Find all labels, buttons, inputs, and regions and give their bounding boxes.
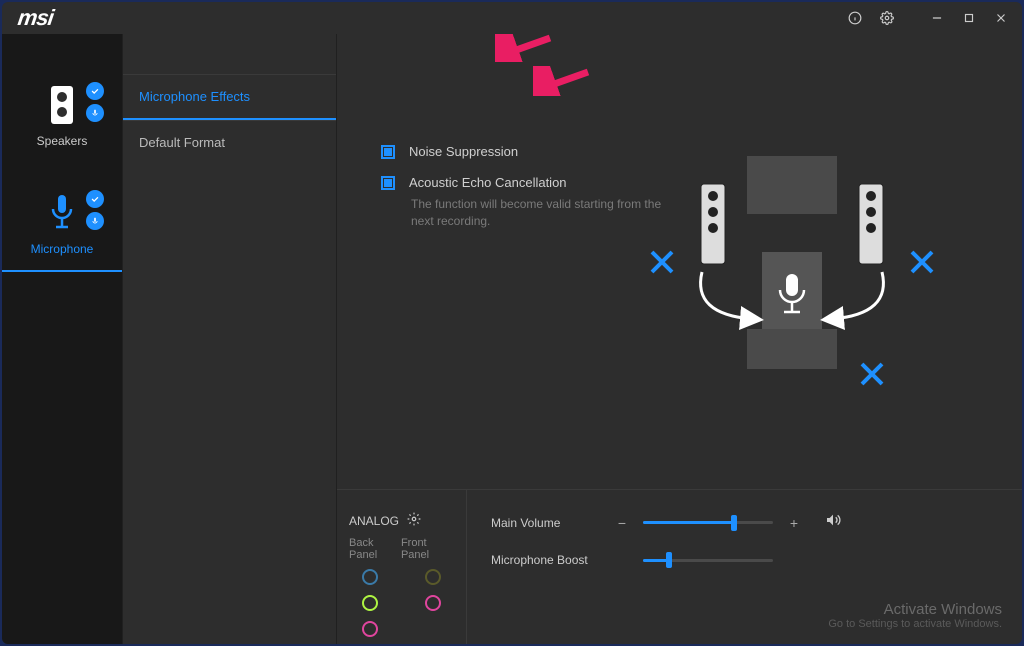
tab-sidebar: Microphone Effects Default Format	[122, 34, 337, 644]
check-badge-icon	[86, 82, 104, 100]
tab-default-format[interactable]: Default Format	[123, 121, 336, 165]
jack-pink-front[interactable]	[425, 595, 441, 611]
titlebar-controls	[840, 3, 1016, 33]
jack-pink-back[interactable]	[362, 621, 378, 637]
device-label: Microphone	[31, 242, 94, 256]
main-volume-row: Main Volume − +	[491, 512, 998, 533]
front-panel-label: Front Panel	[401, 537, 454, 561]
bottom-panel: ANALOG Back Panel Front Panel	[337, 489, 1022, 644]
annotation-arrow-icon	[533, 66, 593, 96]
noise-suppression-label: Noise Suppression	[409, 144, 518, 159]
jack-olive[interactable]	[425, 569, 441, 585]
noise-suppression-checkbox[interactable]	[381, 145, 395, 159]
jack-lime[interactable]	[362, 595, 378, 611]
sliders-section: Main Volume − + Microphone Boost	[467, 490, 1022, 644]
minimize-button[interactable]	[922, 3, 952, 33]
jack-grid	[349, 569, 454, 637]
content-pane: Noise Suppression Acoustic Echo Cancella…	[337, 34, 1022, 644]
echo-cancellation-checkbox[interactable]	[381, 176, 395, 190]
close-button[interactable]	[986, 3, 1016, 33]
device-microphone[interactable]: Microphone	[2, 182, 122, 272]
device-badge-icon	[86, 104, 104, 122]
main-volume-label: Main Volume	[491, 516, 601, 530]
speaker-icon	[46, 84, 78, 126]
gear-icon[interactable]	[407, 512, 421, 529]
annotation-arrow-icon	[495, 34, 555, 62]
activate-windows-watermark: Activate Windows Go to Settings to activ…	[828, 601, 1002, 630]
jack-blue[interactable]	[362, 569, 378, 585]
device-sidebar: Speakers Microphone	[2, 34, 122, 644]
mic-boost-label: Microphone Boost	[491, 553, 601, 567]
volume-increase-button[interactable]: +	[787, 515, 801, 531]
effects-area: Noise Suppression Acoustic Echo Cancella…	[337, 34, 1022, 489]
echo-illustration	[632, 144, 952, 394]
analog-section: ANALOG Back Panel Front Panel	[337, 490, 467, 644]
main-volume-slider[interactable]	[643, 521, 773, 524]
titlebar: msi	[2, 2, 1022, 34]
device-speakers[interactable]: Speakers	[2, 74, 122, 162]
microphone-icon	[46, 192, 78, 234]
brand-logo: msi	[16, 5, 55, 31]
maximize-button[interactable]	[954, 3, 984, 33]
analog-title: ANALOG	[349, 512, 454, 529]
app-window: msi	[2, 2, 1022, 644]
mic-boost-row: Microphone Boost	[491, 553, 998, 567]
info-icon[interactable]	[840, 3, 870, 33]
gear-icon[interactable]	[872, 3, 902, 33]
back-panel-label: Back Panel	[349, 537, 401, 561]
mic-boost-slider[interactable]	[643, 559, 773, 562]
main-area: Speakers Microphone Microphone Effects D…	[2, 34, 1022, 644]
device-label: Speakers	[37, 134, 88, 148]
tab-mic-effects[interactable]: Microphone Effects	[123, 74, 336, 120]
device-badge-icon	[86, 212, 104, 230]
speaker-volume-icon[interactable]	[825, 512, 841, 533]
check-badge-icon	[86, 190, 104, 208]
echo-cancellation-label: Acoustic Echo Cancellation	[409, 175, 567, 190]
volume-decrease-button[interactable]: −	[615, 515, 629, 531]
